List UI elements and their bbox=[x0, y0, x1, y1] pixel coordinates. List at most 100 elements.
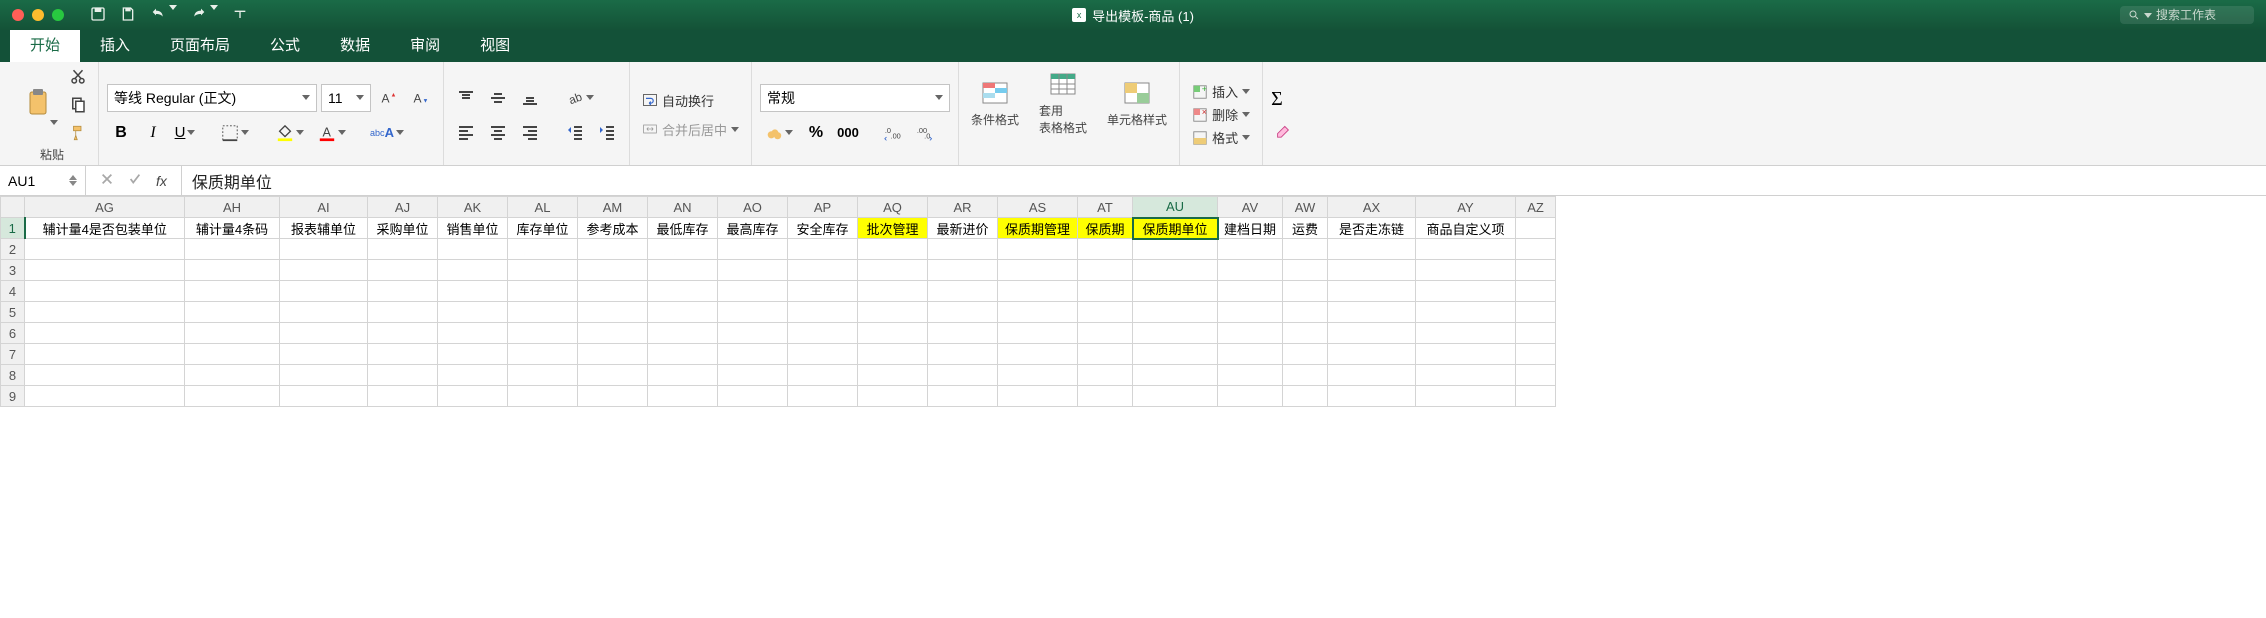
underline-button[interactable]: U bbox=[171, 120, 199, 146]
cell-AZ9[interactable] bbox=[1516, 386, 1556, 407]
align-center-button[interactable] bbox=[484, 119, 512, 145]
insert-cells-button[interactable]: +插入 bbox=[1188, 81, 1254, 102]
cell-AV4[interactable] bbox=[1218, 281, 1283, 302]
cell-AS9[interactable] bbox=[998, 386, 1078, 407]
cell-AH5[interactable] bbox=[185, 302, 280, 323]
cell-AS1[interactable]: 保质期管理 bbox=[998, 218, 1078, 239]
close-window-button[interactable] bbox=[12, 9, 24, 21]
tab-开始[interactable]: 开始 bbox=[10, 27, 80, 62]
cell-AK9[interactable] bbox=[438, 386, 508, 407]
cell-AU9[interactable] bbox=[1133, 386, 1218, 407]
cell-AM4[interactable] bbox=[578, 281, 648, 302]
increase-font-button[interactable]: A▲ bbox=[375, 85, 403, 111]
cell-AV8[interactable] bbox=[1218, 365, 1283, 386]
col-header-AG[interactable]: AG bbox=[25, 197, 185, 218]
cell-AY9[interactable] bbox=[1416, 386, 1516, 407]
cell-AI9[interactable] bbox=[280, 386, 368, 407]
wrap-text-button[interactable]: 自动换行 bbox=[638, 90, 743, 111]
enter-formula-button[interactable] bbox=[128, 172, 142, 189]
cell-AT7[interactable] bbox=[1078, 344, 1133, 365]
format-as-table-button[interactable]: 套用 表格格式 bbox=[1035, 66, 1091, 138]
cell-AJ8[interactable] bbox=[368, 365, 438, 386]
row-header-4[interactable]: 4 bbox=[1, 281, 25, 302]
col-header-AV[interactable]: AV bbox=[1218, 197, 1283, 218]
col-header-AJ[interactable]: AJ bbox=[368, 197, 438, 218]
cell-AR8[interactable] bbox=[928, 365, 998, 386]
cell-AO4[interactable] bbox=[718, 281, 788, 302]
copy-button[interactable] bbox=[66, 94, 90, 116]
col-header-AR[interactable]: AR bbox=[928, 197, 998, 218]
cell-AQ2[interactable] bbox=[858, 239, 928, 260]
minimize-window-button[interactable] bbox=[32, 9, 44, 21]
cell-AP4[interactable] bbox=[788, 281, 858, 302]
cell-AU2[interactable] bbox=[1133, 239, 1218, 260]
cell-AP9[interactable] bbox=[788, 386, 858, 407]
cell-AO8[interactable] bbox=[718, 365, 788, 386]
col-header-AW[interactable]: AW bbox=[1283, 197, 1328, 218]
cell-AG1[interactable]: 辅计量4是否包装单位 bbox=[25, 218, 185, 239]
cell-AQ7[interactable] bbox=[858, 344, 928, 365]
cell-AZ1[interactable] bbox=[1516, 218, 1556, 239]
cell-AJ1[interactable]: 采购单位 bbox=[368, 218, 438, 239]
tab-插入[interactable]: 插入 bbox=[80, 27, 150, 62]
col-header-AU[interactable]: AU bbox=[1133, 197, 1218, 218]
cell-AU5[interactable] bbox=[1133, 302, 1218, 323]
cell-AW3[interactable] bbox=[1283, 260, 1328, 281]
merge-center-button[interactable]: 合并后居中 bbox=[638, 119, 743, 140]
cell-AM9[interactable] bbox=[578, 386, 648, 407]
cell-AH1[interactable]: 辅计量4条码 bbox=[185, 218, 280, 239]
cell-AI6[interactable] bbox=[280, 323, 368, 344]
cell-AG6[interactable] bbox=[25, 323, 185, 344]
cell-AY5[interactable] bbox=[1416, 302, 1516, 323]
cell-AU1[interactable]: 保质期单位 bbox=[1133, 218, 1218, 239]
cell-AP6[interactable] bbox=[788, 323, 858, 344]
cell-AN5[interactable] bbox=[648, 302, 718, 323]
cell-AL9[interactable] bbox=[508, 386, 578, 407]
orientation-button[interactable]: ab bbox=[561, 85, 599, 111]
align-bottom-button[interactable] bbox=[516, 85, 544, 111]
cell-AK6[interactable] bbox=[438, 323, 508, 344]
search-box[interactable] bbox=[2120, 6, 2254, 24]
cell-AL5[interactable] bbox=[508, 302, 578, 323]
cell-AH6[interactable] bbox=[185, 323, 280, 344]
cell-AI2[interactable] bbox=[280, 239, 368, 260]
cell-AT6[interactable] bbox=[1078, 323, 1133, 344]
name-box[interactable]: AU1 bbox=[0, 166, 86, 195]
tab-视图[interactable]: 视图 bbox=[460, 27, 530, 62]
cell-AQ3[interactable] bbox=[858, 260, 928, 281]
cell-AW1[interactable]: 运费 bbox=[1283, 218, 1328, 239]
cell-AV2[interactable] bbox=[1218, 239, 1283, 260]
row-header-2[interactable]: 2 bbox=[1, 239, 25, 260]
format-cells-button[interactable]: 格式 bbox=[1188, 127, 1254, 148]
cell-AP8[interactable] bbox=[788, 365, 858, 386]
font-size-select[interactable]: 11 bbox=[321, 84, 371, 112]
cell-AV7[interactable] bbox=[1218, 344, 1283, 365]
row-header-5[interactable]: 5 bbox=[1, 302, 25, 323]
cell-AQ6[interactable] bbox=[858, 323, 928, 344]
row-header-8[interactable]: 8 bbox=[1, 365, 25, 386]
autosave-icon[interactable] bbox=[90, 6, 106, 25]
cell-AG5[interactable] bbox=[25, 302, 185, 323]
cell-AP1[interactable]: 安全库存 bbox=[788, 218, 858, 239]
maximize-window-button[interactable] bbox=[52, 9, 64, 21]
col-header-AY[interactable]: AY bbox=[1416, 197, 1516, 218]
increase-indent-button[interactable] bbox=[593, 119, 621, 145]
cell-AG9[interactable] bbox=[25, 386, 185, 407]
cell-AL7[interactable] bbox=[508, 344, 578, 365]
tab-公式[interactable]: 公式 bbox=[250, 27, 320, 62]
cell-AM8[interactable] bbox=[578, 365, 648, 386]
cell-AL4[interactable] bbox=[508, 281, 578, 302]
cell-AW7[interactable] bbox=[1283, 344, 1328, 365]
autosum-button[interactable]: Σ bbox=[1271, 88, 1295, 111]
cell-AU8[interactable] bbox=[1133, 365, 1218, 386]
cell-AO7[interactable] bbox=[718, 344, 788, 365]
cell-AJ2[interactable] bbox=[368, 239, 438, 260]
decrease-font-button[interactable]: A▼ bbox=[407, 85, 435, 111]
font-name-select[interactable]: 等线 Regular (正文) bbox=[107, 84, 317, 112]
cell-AX8[interactable] bbox=[1328, 365, 1416, 386]
col-header-AQ[interactable]: AQ bbox=[858, 197, 928, 218]
cell-AZ4[interactable] bbox=[1516, 281, 1556, 302]
cancel-formula-button[interactable] bbox=[100, 172, 114, 189]
cell-AW5[interactable] bbox=[1283, 302, 1328, 323]
cell-AH4[interactable] bbox=[185, 281, 280, 302]
